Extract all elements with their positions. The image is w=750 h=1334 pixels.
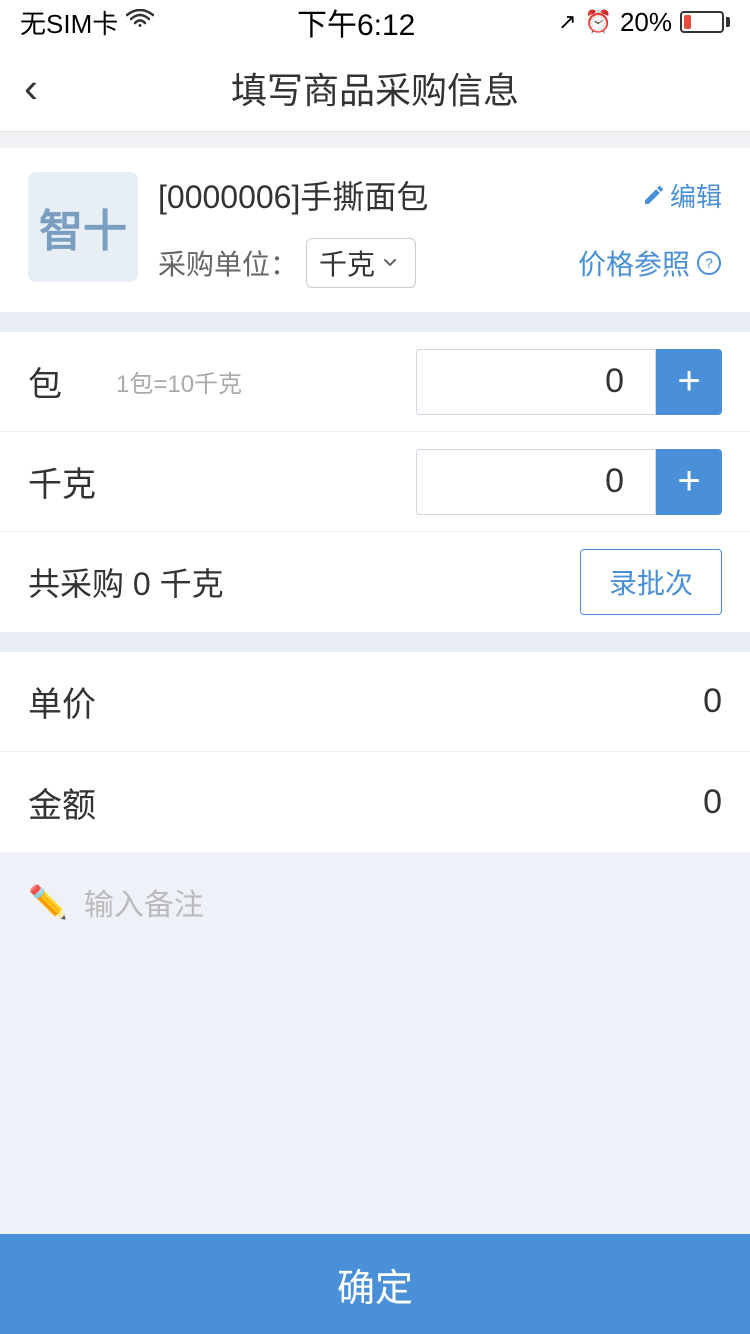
battery-percent: 20%: [620, 7, 672, 38]
qianke-plus-button[interactable]: +: [656, 449, 722, 515]
summary-text: 共采购 0 千克: [28, 559, 224, 605]
price-info-section: 单价 0 金额 0: [0, 652, 750, 852]
remark-section[interactable]: ✏️ 输入备注: [0, 852, 750, 952]
price-reference-button[interactable]: 价格参照 ?: [578, 243, 722, 283]
unit-price-value: 0: [703, 682, 722, 721]
amount-value: 0: [703, 783, 722, 822]
top-divider: [0, 132, 750, 148]
location-icon: ↗: [558, 9, 576, 35]
product-card: 智十 [0000006]手撕面包 编辑 采购单位： 千克: [0, 148, 750, 312]
product-full-name: [0000006]手撕面包: [158, 172, 428, 218]
back-button[interactable]: ‹: [24, 64, 38, 112]
nav-bar: ‹ 填写商品采购信息: [0, 44, 750, 132]
record-batch-button[interactable]: 录批次: [580, 549, 722, 615]
unit-price-row: 单价 0: [0, 652, 750, 752]
section-divider-1: [0, 312, 750, 332]
qianke-input[interactable]: [416, 449, 656, 515]
unit-row: 采购单位： 千克 价格参照 ?: [158, 238, 722, 288]
alarm-icon: ⏰: [585, 9, 612, 35]
summary-row: 共采购 0 千克 录批次: [0, 532, 750, 632]
status-right: ↗ ⏰ 20%: [558, 7, 730, 38]
remark-placeholder: 输入备注: [84, 880, 204, 924]
qianke-label: 千克: [28, 457, 108, 506]
product-info: [0000006]手撕面包 编辑 采购单位： 千克 价格参照: [158, 172, 722, 288]
svg-text:?: ?: [705, 255, 713, 271]
pencil-icon: ✏️: [28, 883, 68, 921]
section-divider-2: [0, 632, 750, 652]
price-ref-label: 价格参照: [578, 243, 690, 283]
input-section: 包 1包=10千克 + 千克 +: [0, 332, 750, 532]
product-name-row: [0000006]手撕面包 编辑: [158, 172, 722, 218]
qianke-input-wrap: +: [416, 449, 722, 515]
unit-price-label: 单价: [28, 677, 96, 726]
wifi-icon: [126, 7, 154, 38]
page-title: 填写商品采购信息: [231, 62, 519, 114]
amount-label: 金额: [28, 778, 96, 827]
bao-plus-button[interactable]: +: [656, 349, 722, 415]
unit-select[interactable]: 千克: [306, 238, 416, 288]
product-logo: 智十: [39, 195, 127, 259]
bao-input-wrap: +: [416, 349, 722, 415]
battery-icon: [680, 11, 730, 33]
status-left: 无SIM卡: [20, 4, 154, 41]
status-time: 下午6:12: [297, 0, 415, 44]
qianke-input-row: 千克 +: [0, 432, 750, 532]
unit-label: 采购单位：: [158, 243, 298, 283]
unit-value: 千克: [319, 243, 375, 283]
bao-input-row: 包 1包=10千克 +: [0, 332, 750, 432]
bao-input[interactable]: [416, 349, 656, 415]
amount-row: 金额 0: [0, 752, 750, 852]
product-thumbnail: 智十: [28, 172, 138, 282]
carrier-text: 无SIM卡: [20, 4, 118, 41]
bao-sublabel: 1包=10千克: [116, 364, 242, 399]
status-bar: 无SIM卡 下午6:12 ↗ ⏰ 20%: [0, 0, 750, 44]
edit-button[interactable]: 编辑: [642, 177, 722, 214]
edit-label: 编辑: [670, 177, 722, 214]
bao-label: 包: [28, 357, 108, 406]
confirm-button[interactable]: 确定: [0, 1234, 750, 1334]
